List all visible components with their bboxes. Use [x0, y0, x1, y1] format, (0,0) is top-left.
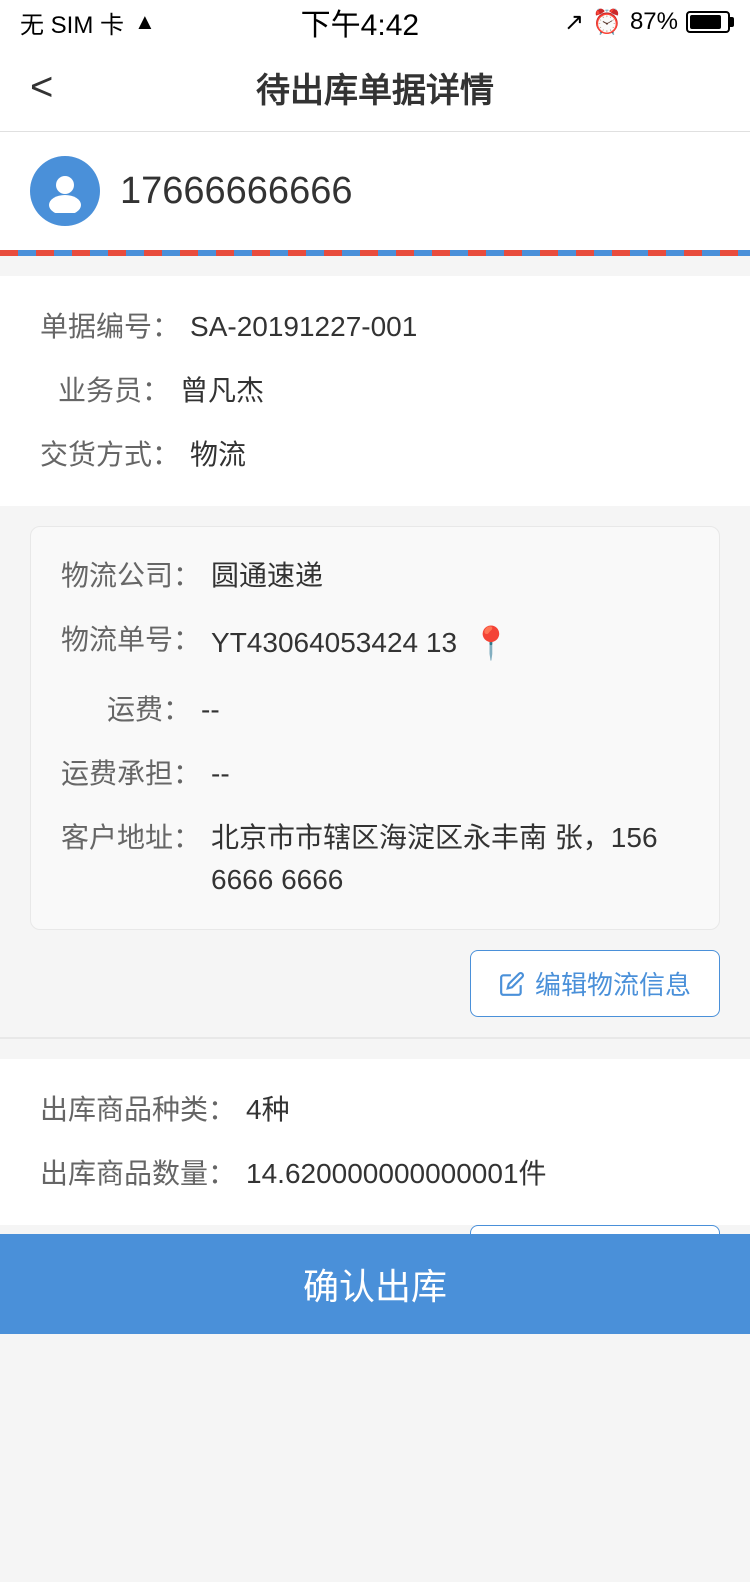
back-button[interactable]: <: [30, 55, 73, 120]
edit-icon: [499, 971, 525, 997]
carrier-label: 无 SIM 卡: [20, 5, 124, 40]
salesman-row: 业务员： 曾凡杰: [40, 370, 710, 412]
bottom-spacer: [0, 1322, 750, 1482]
goods-type-value: 4种: [246, 1089, 710, 1131]
tracking-location-icon[interactable]: 📍: [471, 619, 511, 667]
doc-number-row: 单据编号： SA-20191227-001: [40, 306, 710, 348]
page-title: 待出库单据详情: [256, 63, 494, 112]
freight-bear-value: --: [211, 753, 689, 795]
alarm-icon: ⏰: [592, 8, 622, 37]
logistics-company-label: 物流公司：: [61, 555, 211, 597]
address-row: 客户地址： 北京市市辖区海淀区永丰南 张，156 6666 6666: [61, 817, 689, 901]
freight-bear-label: 运费承担：: [61, 753, 211, 795]
battery-label: 87%: [630, 8, 678, 36]
freight-label: 运费：: [61, 689, 201, 731]
goods-quantity-row: 出库商品数量： 14.620000000000001件: [40, 1153, 710, 1195]
confirm-label: 确认出库: [303, 1258, 447, 1310]
edit-btn-row: 编辑物流信息: [0, 950, 750, 1037]
wifi-icon: ▲: [134, 9, 156, 35]
location-status-icon: ↗: [564, 8, 584, 37]
freight-row: 运费： --: [61, 689, 689, 731]
user-icon: [43, 169, 87, 213]
goods-type-label: 出库商品种类：: [40, 1089, 246, 1131]
basic-info-section: 单据编号： SA-20191227-001 业务员： 曾凡杰 交货方式： 物流: [0, 276, 750, 506]
avatar: [30, 156, 100, 226]
logistics-company-row: 物流公司： 圆通速递: [61, 555, 689, 597]
status-right: ↗ ⏰ 87%: [564, 8, 730, 37]
logistics-tracking-row: 物流单号： YT43064053424 13 📍: [61, 619, 689, 667]
freight-bear-row: 运费承担： --: [61, 753, 689, 795]
battery-icon: [686, 11, 730, 33]
doc-number-value: SA-20191227-001: [190, 306, 710, 348]
status-time: 下午4:42: [301, 0, 419, 44]
goods-quantity-value: 14.620000000000001件: [246, 1153, 710, 1195]
address-label: 客户地址：: [61, 817, 211, 859]
logistics-tracking-value: YT43064053424 13 📍: [211, 619, 689, 667]
freight-value: --: [201, 689, 689, 731]
goods-quantity-label: 出库商品数量：: [40, 1153, 246, 1195]
doc-number-label: 单据编号：: [40, 306, 190, 348]
delivery-row: 交货方式： 物流: [40, 434, 710, 476]
battery-fill: [690, 15, 721, 29]
salesman-value: 曾凡杰: [180, 370, 710, 412]
tracking-number: YT43064053424 13: [211, 622, 457, 664]
edit-logistics-button[interactable]: 编辑物流信息: [470, 950, 720, 1017]
delivery-value: 物流: [190, 434, 710, 476]
delivery-label: 交货方式：: [40, 434, 190, 476]
section-gap-1: [0, 256, 750, 276]
logistics-card: 物流公司： 圆通速递 物流单号： YT43064053424 13 📍 运费： …: [30, 526, 720, 930]
confirm-button[interactable]: 确认出库: [0, 1234, 750, 1334]
logistics-company-value: 圆通速递: [211, 555, 689, 597]
goods-section: 出库商品种类： 4种 出库商品数量： 14.620000000000001件: [0, 1059, 750, 1225]
goods-type-row: 出库商品种类： 4种: [40, 1089, 710, 1131]
logistics-tracking-label: 物流单号：: [61, 619, 211, 661]
salesman-label: 业务员：: [40, 370, 180, 412]
nav-bar: < 待出库单据详情: [0, 44, 750, 132]
address-value: 北京市市辖区海淀区永丰南 张，156 6666 6666: [211, 817, 689, 901]
section-gap-2: [0, 1039, 750, 1059]
phone-number: 17666666666: [120, 170, 352, 213]
status-bar: 无 SIM 卡 ▲ 下午4:42 ↗ ⏰ 87%: [0, 0, 750, 44]
phone-section: 17666666666: [0, 132, 750, 250]
status-left: 无 SIM 卡 ▲: [20, 5, 156, 40]
edit-logistics-label: 编辑物流信息: [535, 965, 691, 1002]
